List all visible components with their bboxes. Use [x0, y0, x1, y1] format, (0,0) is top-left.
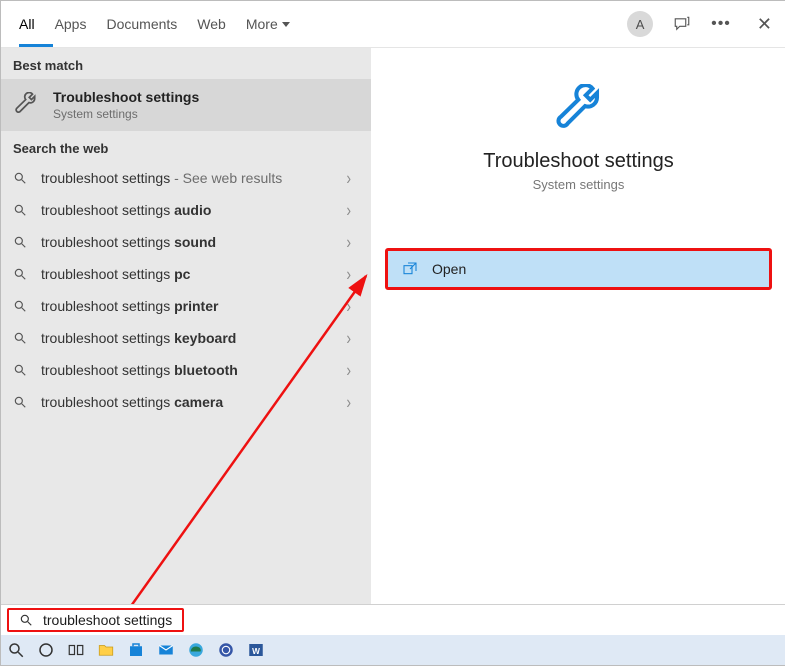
search-icon	[13, 203, 27, 217]
edge-icon[interactable]	[187, 641, 205, 659]
web-result-item[interactable]: troubleshoot settings printer ›	[1, 290, 371, 322]
search-icon	[13, 235, 27, 249]
best-match-subtitle: System settings	[53, 107, 199, 121]
web-result-item[interactable]: troubleshoot settings sound ›	[1, 226, 371, 258]
tab-more[interactable]: More	[236, 1, 300, 47]
best-match-header: Best match	[1, 48, 371, 79]
web-result-item[interactable]: troubleshoot settings audio ›	[1, 194, 371, 226]
chevron-right-icon: ›	[346, 360, 351, 381]
chevron-right-icon: ›	[346, 328, 351, 349]
search-icon[interactable]	[7, 641, 25, 659]
tab-documents[interactable]: Documents	[96, 1, 187, 47]
tab-apps[interactable]: Apps	[45, 1, 97, 47]
open-action[interactable]: Open	[388, 251, 769, 287]
search-icon	[13, 363, 27, 377]
web-result-text: troubleshoot settings camera	[41, 394, 223, 410]
web-result-text: troubleshoot settings keyboard	[41, 330, 236, 346]
results-pane: Best match Troubleshoot settings System …	[1, 48, 371, 604]
search-icon	[13, 171, 27, 185]
tab-all[interactable]: All	[9, 1, 45, 47]
web-result-item[interactable]: troubleshoot settings camera ›	[1, 386, 371, 418]
tab-web[interactable]: Web	[187, 1, 236, 47]
svg-text:W: W	[252, 647, 260, 656]
wrench-icon	[552, 84, 606, 138]
chevron-right-icon: ›	[346, 392, 351, 413]
open-icon	[402, 261, 418, 277]
word-icon[interactable]: W	[247, 641, 265, 659]
web-result-text: troubleshoot settings - See web results	[41, 170, 282, 186]
search-web-header: Search the web	[1, 131, 371, 162]
web-result-text: troubleshoot settings sound	[41, 234, 216, 250]
search-input[interactable]: troubleshoot settings	[43, 612, 172, 628]
web-result-text: troubleshoot settings bluetooth	[41, 362, 238, 378]
cortana-icon[interactable]	[37, 641, 55, 659]
explorer-icon[interactable]	[97, 641, 115, 659]
mail-icon[interactable]	[157, 641, 175, 659]
search-bar: troubleshoot settings	[1, 604, 785, 635]
app-icon[interactable]	[217, 641, 235, 659]
open-highlight-box: Open	[385, 248, 772, 290]
chevron-right-icon: ›	[346, 200, 351, 221]
feedback-icon[interactable]	[673, 15, 691, 33]
taskbar: W	[1, 635, 785, 665]
web-result-text: troubleshoot settings audio	[41, 202, 211, 218]
web-result-item[interactable]: troubleshoot settings keyboard ›	[1, 322, 371, 354]
best-match-item[interactable]: Troubleshoot settings System settings	[1, 79, 371, 131]
detail-title: Troubleshoot settings	[371, 150, 785, 173]
user-avatar[interactable]: A	[627, 11, 653, 37]
web-result-text: troubleshoot settings printer	[41, 298, 218, 314]
wrench-icon	[13, 92, 39, 118]
more-options-icon[interactable]: •••	[711, 15, 731, 33]
search-icon	[13, 331, 27, 345]
detail-subtitle: System settings	[371, 177, 785, 192]
search-icon	[19, 613, 33, 627]
web-result-item[interactable]: troubleshoot settings - See web results ›	[1, 162, 371, 194]
chevron-down-icon	[282, 22, 290, 27]
chevron-right-icon: ›	[346, 264, 351, 285]
search-highlight-box: troubleshoot settings	[7, 608, 184, 632]
search-icon	[13, 267, 27, 281]
chevron-right-icon: ›	[346, 168, 351, 189]
web-result-item[interactable]: troubleshoot settings bluetooth ›	[1, 354, 371, 386]
taskview-icon[interactable]	[67, 641, 85, 659]
chevron-right-icon: ›	[346, 296, 351, 317]
store-icon[interactable]	[127, 641, 145, 659]
best-match-title: Troubleshoot settings	[53, 89, 199, 105]
chevron-right-icon: ›	[346, 232, 351, 253]
web-result-item[interactable]: troubleshoot settings pc ›	[1, 258, 371, 290]
detail-pane: Troubleshoot settings System settings Op…	[371, 48, 785, 604]
search-icon	[13, 299, 27, 313]
close-icon[interactable]: ✕	[751, 14, 778, 35]
search-icon	[13, 395, 27, 409]
tab-strip: All Apps Documents Web More A ••• ✕	[1, 1, 785, 48]
open-label: Open	[432, 261, 466, 277]
web-result-text: troubleshoot settings pc	[41, 266, 190, 282]
